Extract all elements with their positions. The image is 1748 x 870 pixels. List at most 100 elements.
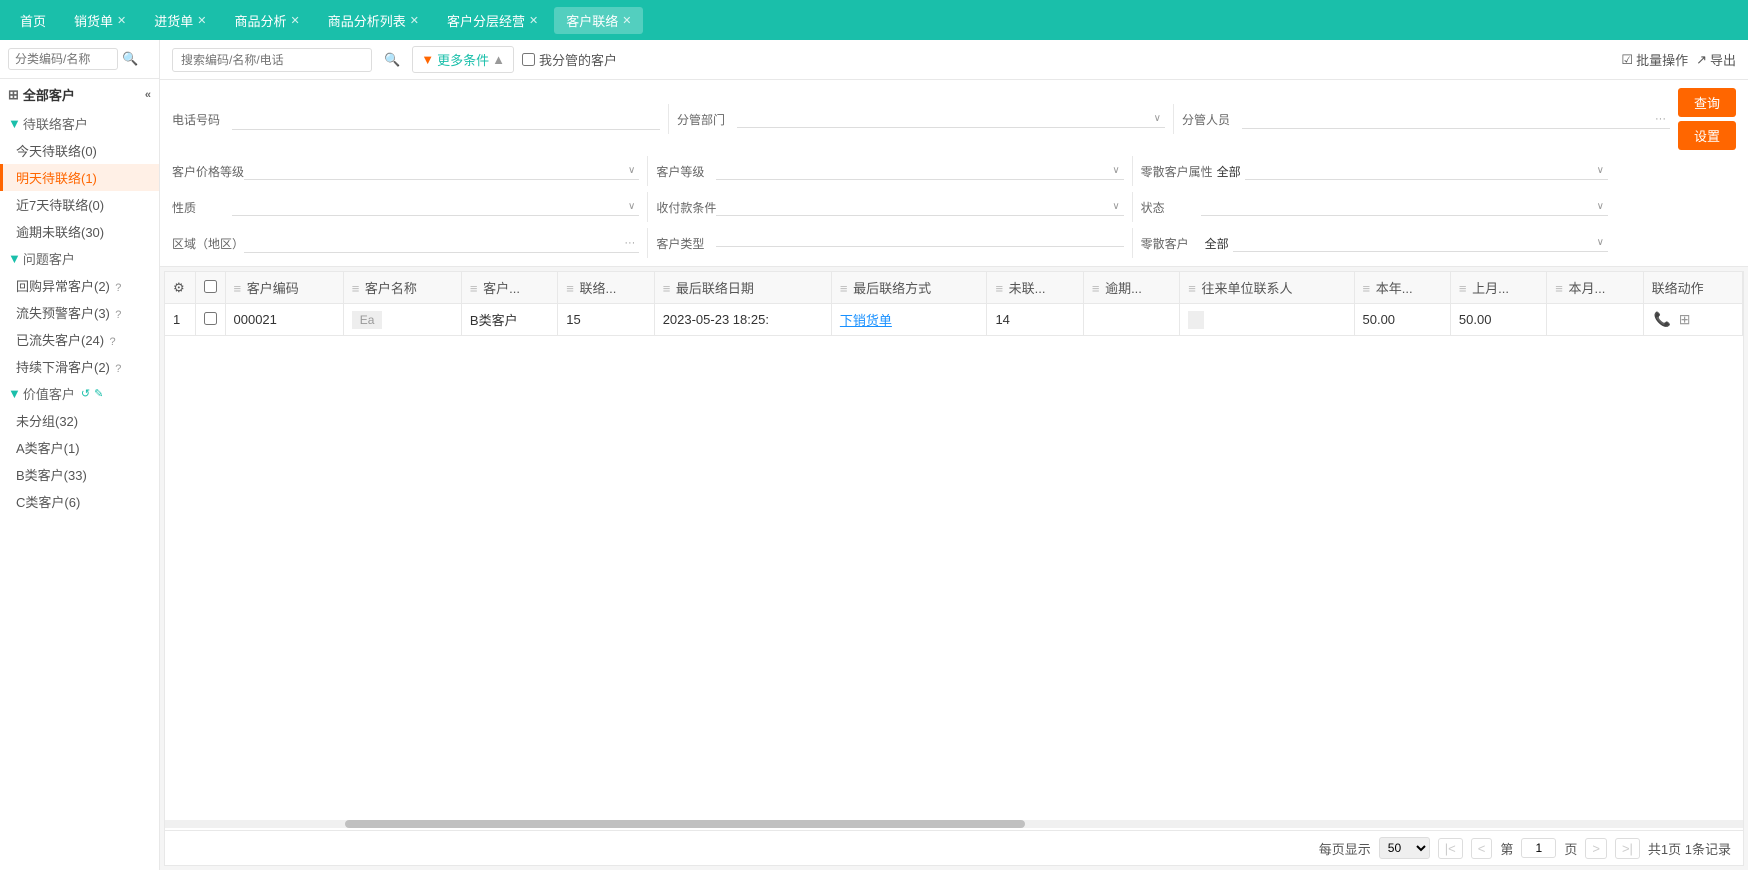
prev-page-btn[interactable]: < [1471,838,1493,859]
row-checkbox-cell[interactable] [195,304,225,336]
sidebar-item-declining[interactable]: 持续下滑客户(2) ? [0,353,159,380]
th-code-sort-icon: ≡ [234,281,242,296]
th-code[interactable]: ≡ 客户编码 [225,272,343,304]
phone-input[interactable] [232,109,660,130]
th-unit-contact[interactable]: ≡ 往来单位联系人 [1180,272,1354,304]
nav-home[interactable]: 首页 [8,7,58,34]
th-this-month[interactable]: ≡ 本月... [1547,272,1643,304]
more-conditions-btn[interactable]: ▼ 更多条件 ▲ [412,46,514,73]
th-last-method-label: 最后联络方式 [853,281,931,296]
per-page-select[interactable]: 50 100 [1379,837,1430,859]
nav-customer-tier-close[interactable]: ✕ [529,14,538,27]
nav-customer-tier[interactable]: 客户分层经营 ✕ [435,7,550,34]
nav-sales[interactable]: 销货单 ✕ [62,7,138,34]
nav-customer-contact[interactable]: 客户联络 ✕ [554,7,643,34]
declining-help-icon[interactable]: ? [115,363,121,375]
lost-help-icon[interactable]: ? [109,336,115,348]
sidebar-search-icon[interactable]: 🔍 [122,51,138,67]
nav-analysis-close[interactable]: ✕ [291,14,300,27]
next-page-btn[interactable]: > [1585,838,1607,859]
th-last-method[interactable]: ≡ 最后联络方式 [831,272,987,304]
branch-person-select[interactable]: ··· [1242,110,1670,129]
sidebar-item-lost[interactable]: 已流失客户(24) ? [0,326,159,353]
row-checkbox[interactable] [204,312,217,325]
sidebar-item-type-a[interactable]: A类客户(1) [0,434,159,461]
search-input[interactable] [172,48,372,72]
batch-operation-btn[interactable]: ☑ 批量操作 [1621,50,1688,69]
status-select[interactable]: ∨ [1201,198,1608,216]
settings-col-icon[interactable]: ⚙ [173,280,185,295]
first-page-btn[interactable]: |< [1438,838,1463,859]
th-checkbox[interactable] [195,272,225,304]
row-last-method-link[interactable]: 下销货单 [840,313,892,328]
search-button-icon[interactable]: 🔍 [380,50,404,70]
settings-button[interactable]: 设置 [1678,121,1736,150]
scrollbar-thumb[interactable] [345,820,1025,828]
warning-help-icon[interactable]: ? [115,309,121,321]
collapse-icon[interactable]: « [145,89,151,101]
nav-customer-contact-label: 客户联络 [566,11,618,30]
nav-purchase-close[interactable]: ✕ [197,14,206,27]
sidebar-item-overdue[interactable]: 逾期未联络(30) [0,218,159,245]
th-this-year[interactable]: ≡ 本年... [1354,272,1450,304]
value-edit-icon[interactable]: ✎ [94,387,103,400]
sidebar-item-type-b[interactable]: B类客户(33) [0,461,159,488]
table-scroll[interactable]: ⚙ ≡ 客户编码 ≡ 客户名称 [165,272,1743,818]
filter-right-actions: ☑ 批量操作 ↗ 导出 [1621,50,1736,69]
customer-type-select[interactable] [716,240,1123,247]
export-btn[interactable]: ↗ 导出 [1696,50,1736,69]
nav-purchase[interactable]: 进货单 ✕ [142,7,218,34]
customer-type-label: 客户类型 [656,235,716,252]
th-name[interactable]: ≡ 客户名称 [343,272,461,304]
th-action[interactable]: 联络动作 [1643,272,1742,304]
abnormal-help-icon[interactable]: ? [115,282,121,294]
my-customers-toggle[interactable]: 我分管的客户 [522,50,617,69]
th-no-contact[interactable]: ≡ 未联... [987,272,1083,304]
sidebar-item-week[interactable]: 近7天待联络(0) [0,191,159,218]
sidebar-item-today[interactable]: 今天待联络(0) [0,137,159,164]
customer-level-select[interactable]: ∨ [716,162,1123,180]
my-customers-checkbox[interactable] [522,53,535,66]
retail-customer-select[interactable]: ∨ [1233,234,1608,252]
th-last-date[interactable]: ≡ 最后联络日期 [654,272,831,304]
th-type-sort-icon: ≡ [470,281,478,296]
horizontal-scrollbar[interactable] [165,820,1743,828]
action-phone-icon[interactable]: 📞 [1652,311,1673,327]
nav-sales-close[interactable]: ✕ [117,14,126,27]
th-last-month[interactable]: ≡ 上月... [1450,272,1546,304]
branch-dept-select[interactable]: ∨ [737,110,1165,128]
th-type[interactable]: ≡ 客户... [461,272,557,304]
payment-select[interactable]: ∨ [716,198,1123,216]
value-refresh-icon[interactable]: ↺ [81,387,90,400]
th-overdue[interactable]: ≡ 逾期... [1083,272,1179,304]
sidebar-item-ungrouped[interactable]: 未分组(32) [0,407,159,434]
nav-analysis[interactable]: 商品分析 ✕ [222,7,311,34]
row-name: Ea [343,304,461,336]
th-overdue-sort-icon: ≡ [1092,281,1100,296]
last-page-btn[interactable]: >| [1615,838,1640,859]
retail-attr-select[interactable]: ∨ [1245,162,1608,180]
th-settings[interactable]: ⚙ [165,272,195,304]
branch-dept-arrow: ∨ [1154,113,1161,124]
sidebar-item-abnormal[interactable]: 回购异常客户(2) ? [0,272,159,299]
th-unit-contact-label: 往来单位联系人 [1201,281,1292,296]
th-contact[interactable]: ≡ 联络... [558,272,654,304]
sidebar-item-type-c[interactable]: C类客户(6) [0,488,159,515]
sidebar-item-tomorrow[interactable]: 明天待联络(1) [0,164,159,191]
page-number-input[interactable] [1521,838,1556,858]
nav-analysis-list[interactable]: 商品分析列表 ✕ [316,7,431,34]
all-customers-header[interactable]: ⊞ 全部客户 « [0,79,159,110]
gender-select[interactable]: ∨ [232,198,639,216]
price-level-select[interactable]: ∨ [244,162,639,180]
filter-row-2: 客户价格等级 ∨ 客户等级 ∨ 零散客户属性 全部 [172,156,1736,186]
sidebar-search-input[interactable] [8,48,118,70]
sidebar-item-warning[interactable]: 流失预警客户(3) ? [0,299,159,326]
nav-customer-contact-close[interactable]: ✕ [622,14,631,27]
region-select[interactable]: ··· [244,234,639,253]
row-last-month: 50.00 [1450,304,1546,336]
query-button[interactable]: 查询 [1678,88,1736,117]
nav-analysis-list-close[interactable]: ✕ [410,14,419,27]
row-last-method[interactable]: 下销货单 [831,304,987,336]
action-more-icon[interactable]: ⊞ [1677,311,1693,327]
select-all-checkbox[interactable] [204,280,217,293]
